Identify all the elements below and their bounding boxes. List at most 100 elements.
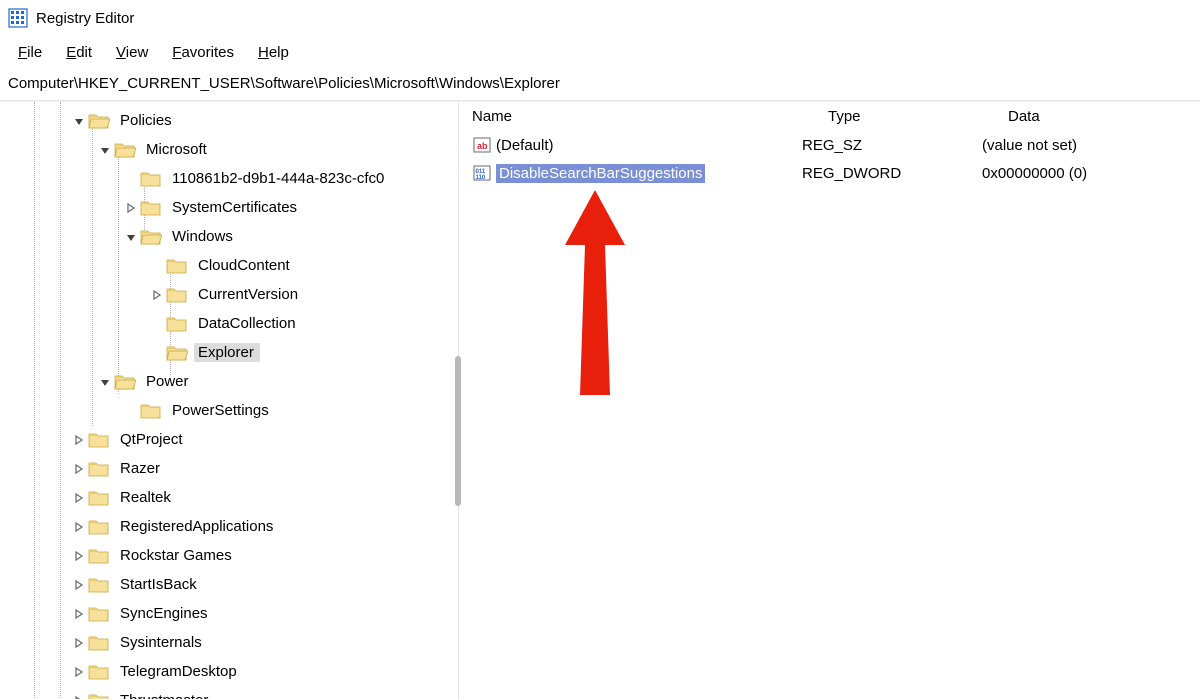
folder-icon bbox=[88, 431, 110, 449]
folder-icon bbox=[88, 489, 110, 507]
value-type: REG_SZ bbox=[802, 137, 982, 154]
tree-node-policies[interactable]: Policies bbox=[0, 106, 458, 135]
tree-node-razer[interactable]: Razer bbox=[0, 454, 458, 483]
address-bar[interactable]: Computer\HKEY_CURRENT_USER\Software\Poli… bbox=[0, 69, 1200, 101]
folder-icon bbox=[88, 460, 110, 478]
tree-label: Microsoft bbox=[142, 140, 213, 159]
folder-icon bbox=[88, 634, 110, 652]
chevron-right-icon[interactable] bbox=[70, 493, 88, 503]
folder-icon bbox=[140, 199, 162, 217]
folder-icon bbox=[166, 286, 188, 304]
chevron-right-icon[interactable] bbox=[70, 435, 88, 445]
value-row[interactable]: 011110DisableSearchBarSuggestionsREG_DWO… bbox=[464, 159, 1200, 187]
tree-label: 110861b2-d9b1-444a-823c-cfc0 bbox=[168, 169, 390, 188]
tree-label: Thrustmaster bbox=[116, 691, 214, 699]
chevron-right-icon[interactable] bbox=[70, 522, 88, 532]
tree-label: QtProject bbox=[116, 430, 189, 449]
window-title: Registry Editor bbox=[36, 10, 134, 27]
menu-file[interactable]: File bbox=[6, 40, 54, 65]
chevron-right-icon[interactable] bbox=[148, 290, 166, 300]
folder-icon bbox=[166, 315, 188, 333]
chevron-down-icon[interactable] bbox=[96, 377, 114, 387]
chevron-down-icon[interactable] bbox=[70, 116, 88, 126]
values-pane: Name Type Data ab(Default)REG_SZ(value n… bbox=[464, 102, 1200, 699]
folder-icon bbox=[88, 576, 110, 594]
chevron-right-icon[interactable] bbox=[70, 638, 88, 648]
folder-icon bbox=[88, 518, 110, 536]
tree-label: TelegramDesktop bbox=[116, 662, 243, 681]
titlebar: Registry Editor bbox=[0, 0, 1200, 36]
svg-text:110: 110 bbox=[476, 175, 486, 181]
chevron-down-icon[interactable] bbox=[122, 232, 140, 242]
tree-node-sysint[interactable]: Sysinternals bbox=[0, 628, 458, 657]
tree-node-datacol[interactable]: DataCollection bbox=[0, 309, 458, 338]
tree-node-explorer[interactable]: Explorer bbox=[0, 338, 458, 367]
tree-node-realtek[interactable]: Realtek bbox=[0, 483, 458, 512]
tree-label: CurrentVersion bbox=[194, 285, 304, 304]
tree-node-sync[interactable]: SyncEngines bbox=[0, 599, 458, 628]
folder-icon bbox=[114, 373, 136, 391]
chevron-down-icon[interactable] bbox=[96, 145, 114, 155]
folder-icon bbox=[88, 547, 110, 565]
menu-favorites[interactable]: Favorites bbox=[160, 40, 246, 65]
tree-node-cloud[interactable]: CloudContent bbox=[0, 251, 458, 280]
tree-pane[interactable]: Policies Microsoft 110861b2-d9b1-444a-823c… bbox=[0, 102, 458, 699]
tree-node-startisback[interactable]: StartIsBack bbox=[0, 570, 458, 599]
value-row[interactable]: ab(Default)REG_SZ(value not set) bbox=[464, 131, 1200, 159]
menu-view[interactable]: View bbox=[104, 40, 160, 65]
tree-node-telegram[interactable]: TelegramDesktop bbox=[0, 657, 458, 686]
tree-label: Realtek bbox=[116, 488, 177, 507]
tree-node-curver[interactable]: CurrentVersion bbox=[0, 280, 458, 309]
tree-node-thrust[interactable]: Thrustmaster bbox=[0, 686, 458, 699]
tree-label: CloudContent bbox=[194, 256, 296, 275]
tree-label: Windows bbox=[168, 227, 239, 246]
svg-text:ab: ab bbox=[477, 141, 488, 151]
chevron-right-icon[interactable] bbox=[70, 696, 88, 700]
tree-node-microsoft[interactable]: Microsoft bbox=[0, 135, 458, 164]
tree-label: RegisteredApplications bbox=[116, 517, 279, 536]
tree-label: SystemCertificates bbox=[168, 198, 303, 217]
tree-label: Razer bbox=[116, 459, 166, 478]
tree-label: Sysinternals bbox=[116, 633, 208, 652]
tree-node-powerset[interactable]: PowerSettings bbox=[0, 396, 458, 425]
splitter[interactable] bbox=[458, 102, 464, 699]
tree-node-windows[interactable]: Windows bbox=[0, 222, 458, 251]
tree-node-qt[interactable]: QtProject bbox=[0, 425, 458, 454]
string-value-icon: ab bbox=[472, 135, 492, 155]
col-data[interactable]: Data bbox=[1008, 108, 1200, 125]
chevron-right-icon[interactable] bbox=[70, 580, 88, 590]
folder-icon bbox=[88, 692, 110, 700]
value-name: (Default) bbox=[496, 137, 554, 154]
folder-icon bbox=[88, 663, 110, 681]
tree-node-rockstar[interactable]: Rockstar Games bbox=[0, 541, 458, 570]
folder-icon bbox=[140, 170, 162, 188]
tree-label: Explorer bbox=[194, 343, 260, 362]
tree-label: Policies bbox=[116, 111, 178, 130]
menu-edit[interactable]: Edit bbox=[54, 40, 104, 65]
tree-node-guid[interactable]: 110861b2-d9b1-444a-823c-cfc0 bbox=[0, 164, 458, 193]
tree-node-regapps[interactable]: RegisteredApplications bbox=[0, 512, 458, 541]
chevron-right-icon[interactable] bbox=[70, 609, 88, 619]
tree-node-syscert[interactable]: SystemCertificates bbox=[0, 193, 458, 222]
col-name[interactable]: Name bbox=[472, 108, 828, 125]
chevron-right-icon[interactable] bbox=[70, 464, 88, 474]
folder-icon bbox=[166, 257, 188, 275]
main-split: Policies Microsoft 110861b2-d9b1-444a-823c… bbox=[0, 101, 1200, 699]
folder-icon bbox=[140, 402, 162, 420]
tree-node-power[interactable]: Power bbox=[0, 367, 458, 396]
col-type[interactable]: Type bbox=[828, 108, 1008, 125]
value-type: REG_DWORD bbox=[802, 165, 982, 182]
tree-label: Power bbox=[142, 372, 195, 391]
chevron-right-icon[interactable] bbox=[122, 203, 140, 213]
chevron-right-icon[interactable] bbox=[70, 551, 88, 561]
folder-icon bbox=[88, 112, 110, 130]
menubar: File Edit View Favorites Help bbox=[0, 36, 1200, 69]
list-header: Name Type Data bbox=[464, 102, 1200, 131]
chevron-right-icon[interactable] bbox=[70, 667, 88, 677]
binary-value-icon: 011110 bbox=[472, 163, 492, 183]
tree-label: Rockstar Games bbox=[116, 546, 238, 565]
tree-label: SyncEngines bbox=[116, 604, 214, 623]
folder-icon bbox=[114, 141, 136, 159]
menu-help[interactable]: Help bbox=[246, 40, 301, 65]
tree-label: PowerSettings bbox=[168, 401, 275, 420]
